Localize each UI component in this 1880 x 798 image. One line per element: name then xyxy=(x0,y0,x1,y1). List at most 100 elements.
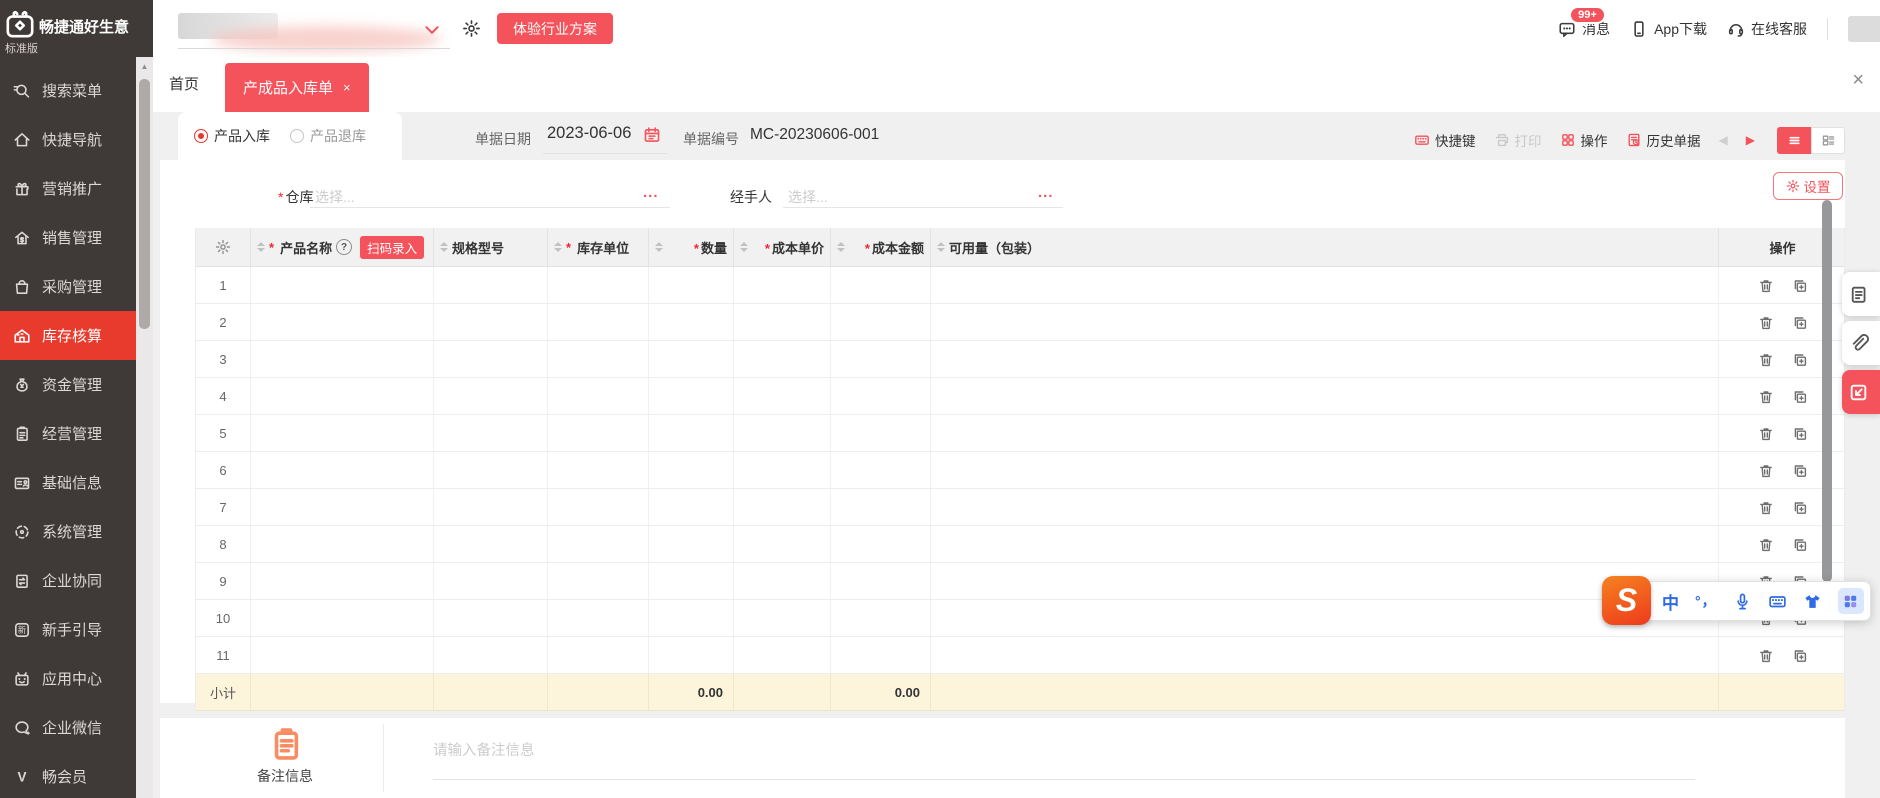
cell-available[interactable] xyxy=(931,526,1719,562)
cell-product-name[interactable] xyxy=(251,378,434,414)
online-service-button[interactable]: 在线客服 xyxy=(1727,19,1807,39)
sidebar-item-funds[interactable]: 资金管理 xyxy=(0,360,153,409)
cell-spec[interactable] xyxy=(434,526,548,562)
copy-row-button[interactable] xyxy=(1792,499,1808,515)
cell-unit[interactable] xyxy=(548,415,649,451)
sidebar-item-app-center[interactable]: 应用中心 xyxy=(0,654,153,703)
cell-product-name[interactable] xyxy=(251,452,434,488)
cell-unit[interactable] xyxy=(548,341,649,377)
cell-product-name[interactable] xyxy=(251,600,434,636)
cell-unit[interactable] xyxy=(548,452,649,488)
cell-unit[interactable] xyxy=(548,304,649,340)
cell-product-name[interactable] xyxy=(251,415,434,451)
cell-unit[interactable] xyxy=(548,378,649,414)
delete-row-button[interactable] xyxy=(1758,647,1774,663)
cell-available[interactable] xyxy=(931,304,1719,340)
delete-row-button[interactable] xyxy=(1758,277,1774,293)
cell-price[interactable] xyxy=(734,600,831,636)
cell-unit[interactable] xyxy=(548,526,649,562)
cell-product-name[interactable] xyxy=(251,637,434,673)
cell-available[interactable] xyxy=(931,489,1719,525)
skin-shirt-icon[interactable] xyxy=(1803,592,1822,611)
radio-product-inbound[interactable]: 产品入库 xyxy=(194,126,270,146)
cell-price[interactable] xyxy=(734,489,831,525)
cell-qty[interactable] xyxy=(649,452,734,488)
cell-amount[interactable] xyxy=(831,452,931,488)
cell-amount[interactable] xyxy=(831,341,931,377)
cell-amount[interactable] xyxy=(831,563,931,599)
cell-product-name[interactable] xyxy=(251,489,434,525)
settings-gear-icon[interactable] xyxy=(462,19,481,38)
list-view-button[interactable] xyxy=(1777,126,1811,154)
next-bill-icon[interactable]: ▶ xyxy=(1746,133,1755,147)
cell-spec[interactable] xyxy=(434,563,548,599)
prev-bill-icon[interactable]: ◀ xyxy=(1719,133,1728,147)
cell-unit[interactable] xyxy=(548,637,649,673)
copy-row-button[interactable] xyxy=(1792,314,1808,330)
sidebar-item-beginner-guide[interactable]: 新手引导 xyxy=(0,605,153,654)
cell-amount[interactable] xyxy=(831,267,931,303)
cell-product-name[interactable] xyxy=(251,267,434,303)
cell-available[interactable] xyxy=(931,378,1719,414)
cell-available[interactable] xyxy=(931,341,1719,377)
cell-amount[interactable] xyxy=(831,415,931,451)
cell-amount[interactable] xyxy=(831,378,931,414)
delete-row-button[interactable] xyxy=(1758,351,1774,367)
messages-button[interactable]: 消息 99+ xyxy=(1558,7,1610,39)
bill-date-value[interactable]: 2023-06-06 xyxy=(547,124,631,143)
settings-button[interactable]: 设置 xyxy=(1773,172,1843,200)
cell-product-name[interactable] xyxy=(251,526,434,562)
print-button[interactable]: 打印 xyxy=(1494,130,1542,150)
cell-amount[interactable] xyxy=(831,600,931,636)
cell-spec[interactable] xyxy=(434,304,548,340)
cell-price[interactable] xyxy=(734,452,831,488)
sidebar-item-member[interactable]: 畅会员 xyxy=(0,752,153,798)
sidebar-item-quick-nav[interactable]: 快捷导航 xyxy=(0,115,153,164)
remark-input[interactable]: 请输入备注信息 xyxy=(433,739,535,760)
cell-product-name[interactable] xyxy=(251,341,434,377)
copy-row-button[interactable] xyxy=(1792,351,1808,367)
card-view-button[interactable] xyxy=(1811,126,1845,154)
cell-qty[interactable] xyxy=(649,600,734,636)
cell-spec[interactable] xyxy=(434,415,548,451)
cell-spec[interactable] xyxy=(434,452,548,488)
sidebar-scrollbar[interactable]: ▲ xyxy=(136,57,153,798)
delete-row-button[interactable] xyxy=(1758,536,1774,552)
delete-row-button[interactable] xyxy=(1758,388,1774,404)
copy-row-button[interactable] xyxy=(1792,536,1808,552)
delete-row-button[interactable] xyxy=(1758,425,1774,441)
cell-unit[interactable] xyxy=(548,267,649,303)
handler-select-input[interactable]: 选择... xyxy=(788,187,828,207)
cell-available[interactable] xyxy=(931,600,1719,636)
handler-picker-dots-icon[interactable]: ... xyxy=(1038,184,1054,201)
doc-panel-button[interactable] xyxy=(1842,272,1880,316)
cell-available[interactable] xyxy=(931,563,1719,599)
cell-spec[interactable] xyxy=(434,637,548,673)
cell-unit[interactable] xyxy=(548,600,649,636)
scan-entry-button[interactable]: 扫码录入 xyxy=(360,235,425,259)
sidebar-item-base-info[interactable]: 基础信息 xyxy=(0,458,153,507)
calendar-icon[interactable] xyxy=(643,126,661,144)
sort-icon[interactable] xyxy=(655,242,663,252)
cell-spec[interactable] xyxy=(434,341,548,377)
copy-row-button[interactable] xyxy=(1792,462,1808,478)
cell-spec[interactable] xyxy=(434,600,548,636)
cell-product-name[interactable] xyxy=(251,304,434,340)
cell-qty[interactable] xyxy=(649,526,734,562)
sidebar-item-system[interactable]: 系统管理 xyxy=(0,507,153,556)
warehouse-select-input[interactable]: 选择... xyxy=(315,187,355,207)
tab-home[interactable]: 首页 xyxy=(169,57,199,112)
cell-price[interactable] xyxy=(734,563,831,599)
sidebar-item-purchase[interactable]: 采购管理 xyxy=(0,262,153,311)
cell-product-name[interactable] xyxy=(251,563,434,599)
cell-price[interactable] xyxy=(734,341,831,377)
sidebar-item-inventory[interactable]: 库存核算 xyxy=(0,311,153,360)
cell-spec[interactable] xyxy=(434,378,548,414)
history-bills-button[interactable]: 历史单据 xyxy=(1626,130,1701,150)
cell-spec[interactable] xyxy=(434,267,548,303)
sidebar-item-search-menu[interactable]: 搜索菜单 xyxy=(0,66,153,115)
sidebar-item-wecom[interactable]: 企业微信 xyxy=(0,703,153,752)
warehouse-picker-dots-icon[interactable]: ... xyxy=(643,184,659,201)
copy-row-button[interactable] xyxy=(1792,388,1808,404)
cell-amount[interactable] xyxy=(831,489,931,525)
